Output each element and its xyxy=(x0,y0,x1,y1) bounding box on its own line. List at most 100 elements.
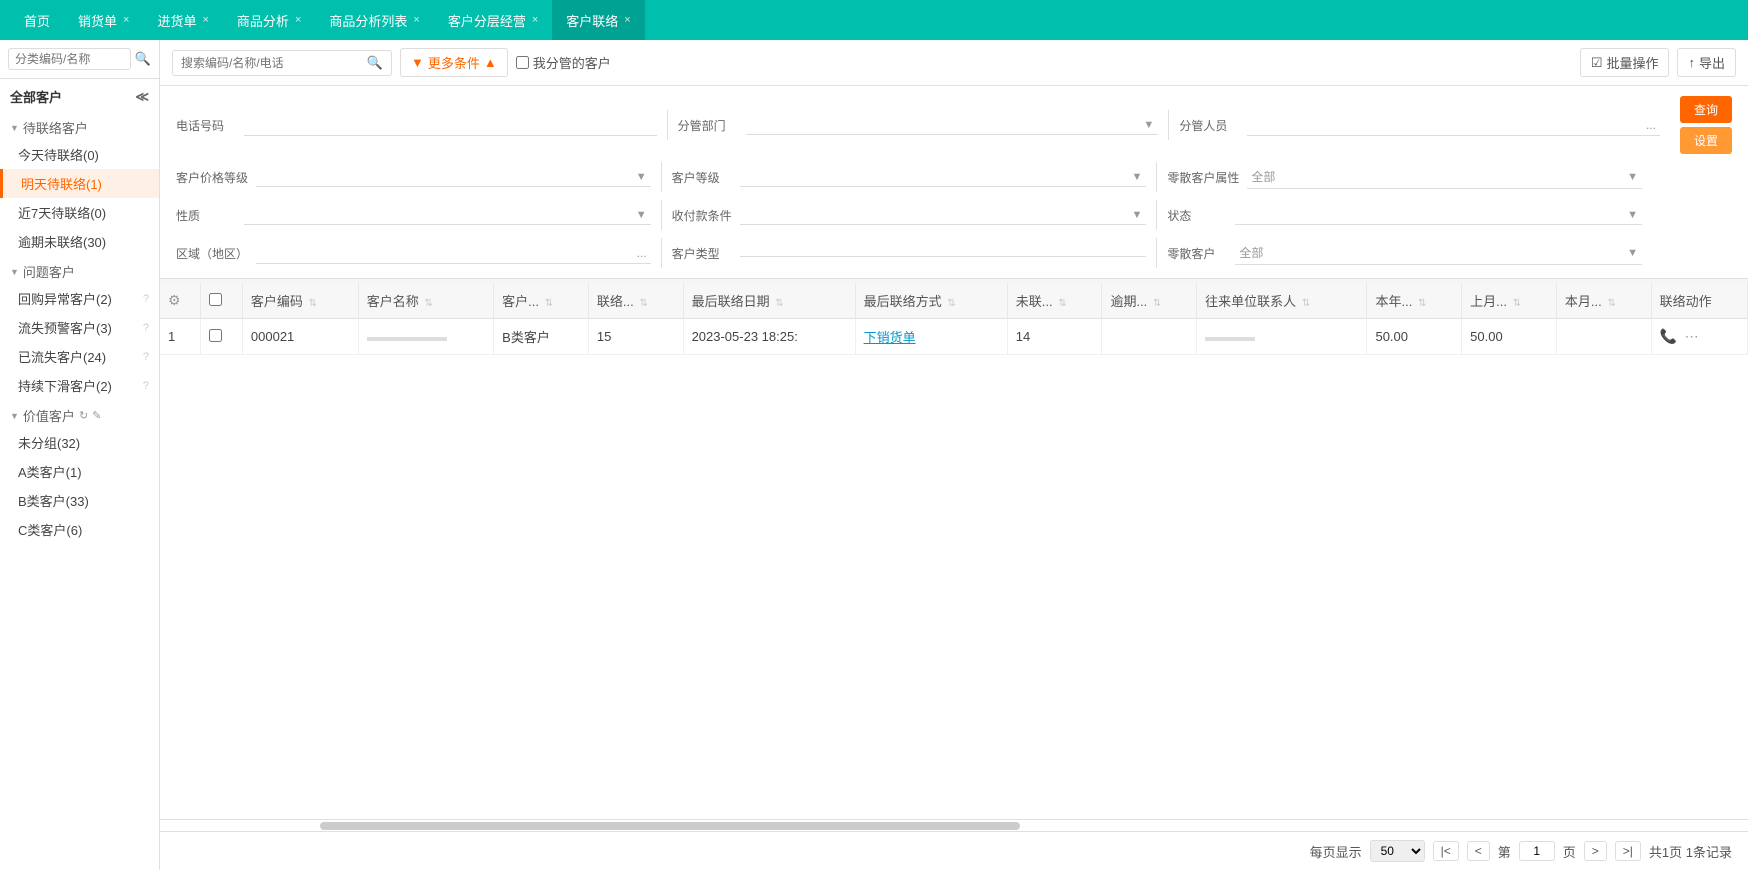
dept-select[interactable]: ▼ xyxy=(746,116,1159,135)
my-customers-checkbox[interactable] xyxy=(516,56,529,69)
row-action-more-icon[interactable]: ⋯ xyxy=(1685,328,1699,344)
col-last-month-sort-icon[interactable]: ⇅ xyxy=(1513,298,1521,309)
nav-purchase-order[interactable]: 进货单 × xyxy=(143,0,222,40)
sidebar-item-lost-customers[interactable]: 已流失客户(24) ? xyxy=(0,342,159,371)
nav-sales-order[interactable]: 销货单 × xyxy=(64,0,143,40)
col-contact[interactable]: 联络... ⇅ xyxy=(588,283,683,319)
help-icon-churn[interactable]: ? xyxy=(143,322,149,334)
query-button[interactable]: 查询 xyxy=(1680,96,1732,123)
sidebar-item-ungrouped[interactable]: 未分组(32) xyxy=(0,428,159,457)
close-customer-contact-icon[interactable]: × xyxy=(624,14,630,26)
close-purchase-order-icon[interactable]: × xyxy=(202,14,208,26)
next-page-button[interactable]: > xyxy=(1584,841,1607,861)
nav-product-analysis-list[interactable]: 商品分析列表 × xyxy=(315,0,433,40)
help-icon-repurchase[interactable]: ? xyxy=(143,293,149,305)
col-last-method-sort-icon[interactable]: ⇅ xyxy=(947,298,955,309)
col-name-sort-icon[interactable]: ⇅ xyxy=(424,298,432,309)
last-method-link[interactable]: 下销货单 xyxy=(864,330,916,345)
sidebar-collapse-icon[interactable]: ≪ xyxy=(135,89,149,105)
page-number-input[interactable] xyxy=(1519,841,1555,861)
col-not-contacted-sort-icon[interactable]: ⇅ xyxy=(1058,298,1066,309)
manager-more-icon[interactable]: ... xyxy=(1646,118,1656,132)
close-customer-segmentation-icon[interactable]: × xyxy=(532,14,538,26)
col-checkbox[interactable] xyxy=(201,283,243,319)
nav-customer-segmentation[interactable]: 客户分层经营 × xyxy=(434,0,552,40)
sidebar-item-c-class[interactable]: C类客户(6) xyxy=(0,515,159,544)
col-settings[interactable]: ⚙ xyxy=(160,283,201,319)
close-product-analysis-list-icon[interactable]: × xyxy=(413,14,419,26)
col-this-month-sort-icon[interactable]: ⇅ xyxy=(1607,298,1615,309)
col-this-month[interactable]: 本月... ⇅ xyxy=(1556,283,1651,319)
col-not-contacted[interactable]: 未联... ⇅ xyxy=(1007,283,1102,319)
more-filter-button[interactable]: ▼ 更多条件 ▲ xyxy=(400,48,508,77)
row-action-phone-icon[interactable]: 📞 xyxy=(1660,328,1677,344)
nav-product-analysis[interactable]: 商品分析 × xyxy=(223,0,315,40)
col-last-month[interactable]: 上月... ⇅ xyxy=(1462,283,1557,319)
customer-value-select[interactable]: ▼ xyxy=(256,168,651,187)
sidebar-item-tomorrow-pending[interactable]: 明天待联络(1) xyxy=(0,169,159,198)
col-last-date[interactable]: 最后联络日期 ⇅ xyxy=(683,283,855,319)
sidebar-item-overdue-pending[interactable]: 逾期未联络(30) xyxy=(0,227,159,256)
cell-last-method[interactable]: 下销货单 xyxy=(855,319,1007,355)
col-code[interactable]: 客户编码 ⇅ xyxy=(242,283,358,319)
sidebar-item-a-class[interactable]: A类客户(1) xyxy=(0,457,159,486)
region-select[interactable]: ... xyxy=(256,243,651,264)
col-settings-gear-icon[interactable]: ⚙ xyxy=(168,292,181,308)
sidebar-item-churn-warning[interactable]: 流失预警客户(3) ? xyxy=(0,313,159,342)
sidebar-item-repurchase-abnormal[interactable]: 回购异常客户(2) ? xyxy=(0,284,159,313)
batch-operation-button[interactable]: ☑ 批量操作 xyxy=(1580,48,1670,77)
sidebar-search-icon[interactable]: 🔍 xyxy=(135,51,151,67)
region-more-icon[interactable]: ... xyxy=(637,246,647,260)
help-icon-declining[interactable]: ? xyxy=(143,380,149,392)
help-icon-lost[interactable]: ? xyxy=(143,351,149,363)
retail-customer-select[interactable]: 全部 ▼ xyxy=(1235,241,1642,265)
col-last-date-sort-icon[interactable]: ⇅ xyxy=(775,298,783,309)
search-box[interactable]: 🔍 xyxy=(172,50,392,76)
sidebar-search-input[interactable] xyxy=(8,48,131,70)
sidebar-item-7day-pending[interactable]: 近7天待联络(0) xyxy=(0,198,159,227)
col-contact-sort-icon[interactable]: ⇅ xyxy=(639,298,647,309)
cell-checkbox[interactable] xyxy=(201,319,243,355)
first-page-button[interactable]: |< xyxy=(1433,841,1459,861)
col-name[interactable]: 客户名称 ⇅ xyxy=(358,283,493,319)
settings-button[interactable]: 设置 xyxy=(1680,127,1732,154)
my-customers-checkbox-label[interactable]: 我分管的客户 xyxy=(516,53,611,72)
export-button[interactable]: ↑ 导出 xyxy=(1677,48,1736,77)
last-page-button[interactable]: >| xyxy=(1615,841,1641,861)
horizontal-scrollbar[interactable] xyxy=(160,819,1748,831)
col-contacts-person[interactable]: 往来单位联系人 ⇅ xyxy=(1197,283,1367,319)
sidebar-item-today-pending[interactable]: 今天待联络(0) xyxy=(0,140,159,169)
close-product-analysis-icon[interactable]: × xyxy=(295,14,301,26)
col-type[interactable]: 客户... ⇅ xyxy=(494,283,589,319)
row-checkbox[interactable] xyxy=(209,329,222,342)
nav-customer-contact[interactable]: 客户联络 × xyxy=(552,0,644,40)
customer-grade-select[interactable]: ▼ xyxy=(740,168,1147,187)
scrollbar-thumb[interactable] xyxy=(320,822,1020,830)
sidebar-item-b-class[interactable]: B类客户(33) xyxy=(0,486,159,515)
sidebar-item-declining[interactable]: 持续下滑客户(2) ? xyxy=(0,371,159,400)
col-this-year-sort-icon[interactable]: ⇅ xyxy=(1418,298,1426,309)
select-all-checkbox[interactable] xyxy=(209,293,222,306)
search-input[interactable] xyxy=(181,56,367,70)
col-type-sort-icon[interactable]: ⇅ xyxy=(545,298,553,309)
col-this-year[interactable]: 本年... ⇅ xyxy=(1367,283,1462,319)
close-sales-order-icon[interactable]: × xyxy=(123,14,129,26)
col-overdue[interactable]: 逾期... ⇅ xyxy=(1102,283,1197,319)
col-last-method[interactable]: 最后联络方式 ⇅ xyxy=(855,283,1007,319)
phone-input[interactable] xyxy=(244,115,657,136)
payment-select[interactable]: ▼ xyxy=(740,206,1147,225)
col-code-sort-icon[interactable]: ⇅ xyxy=(309,298,317,309)
retail-attr-select[interactable]: 全部 ▼ xyxy=(1247,165,1642,189)
value-group-refresh-icon[interactable]: ↻ xyxy=(79,409,88,422)
value-group-edit-icon[interactable]: ✎ xyxy=(92,409,101,422)
nature-select[interactable]: ▼ xyxy=(244,206,651,225)
prev-page-button[interactable]: < xyxy=(1467,841,1490,861)
manager-select[interactable]: ... xyxy=(1247,115,1660,136)
page-size-select[interactable]: 50 100 200 xyxy=(1370,840,1425,862)
col-overdue-sort-icon[interactable]: ⇅ xyxy=(1153,298,1161,309)
status-select[interactable]: ▼ xyxy=(1235,206,1642,225)
col-contacts-person-sort-icon[interactable]: ⇅ xyxy=(1302,298,1310,309)
search-button[interactable]: 🔍 xyxy=(367,55,383,71)
customer-type-select[interactable] xyxy=(740,250,1147,257)
nav-home[interactable]: 首页 xyxy=(10,0,64,40)
